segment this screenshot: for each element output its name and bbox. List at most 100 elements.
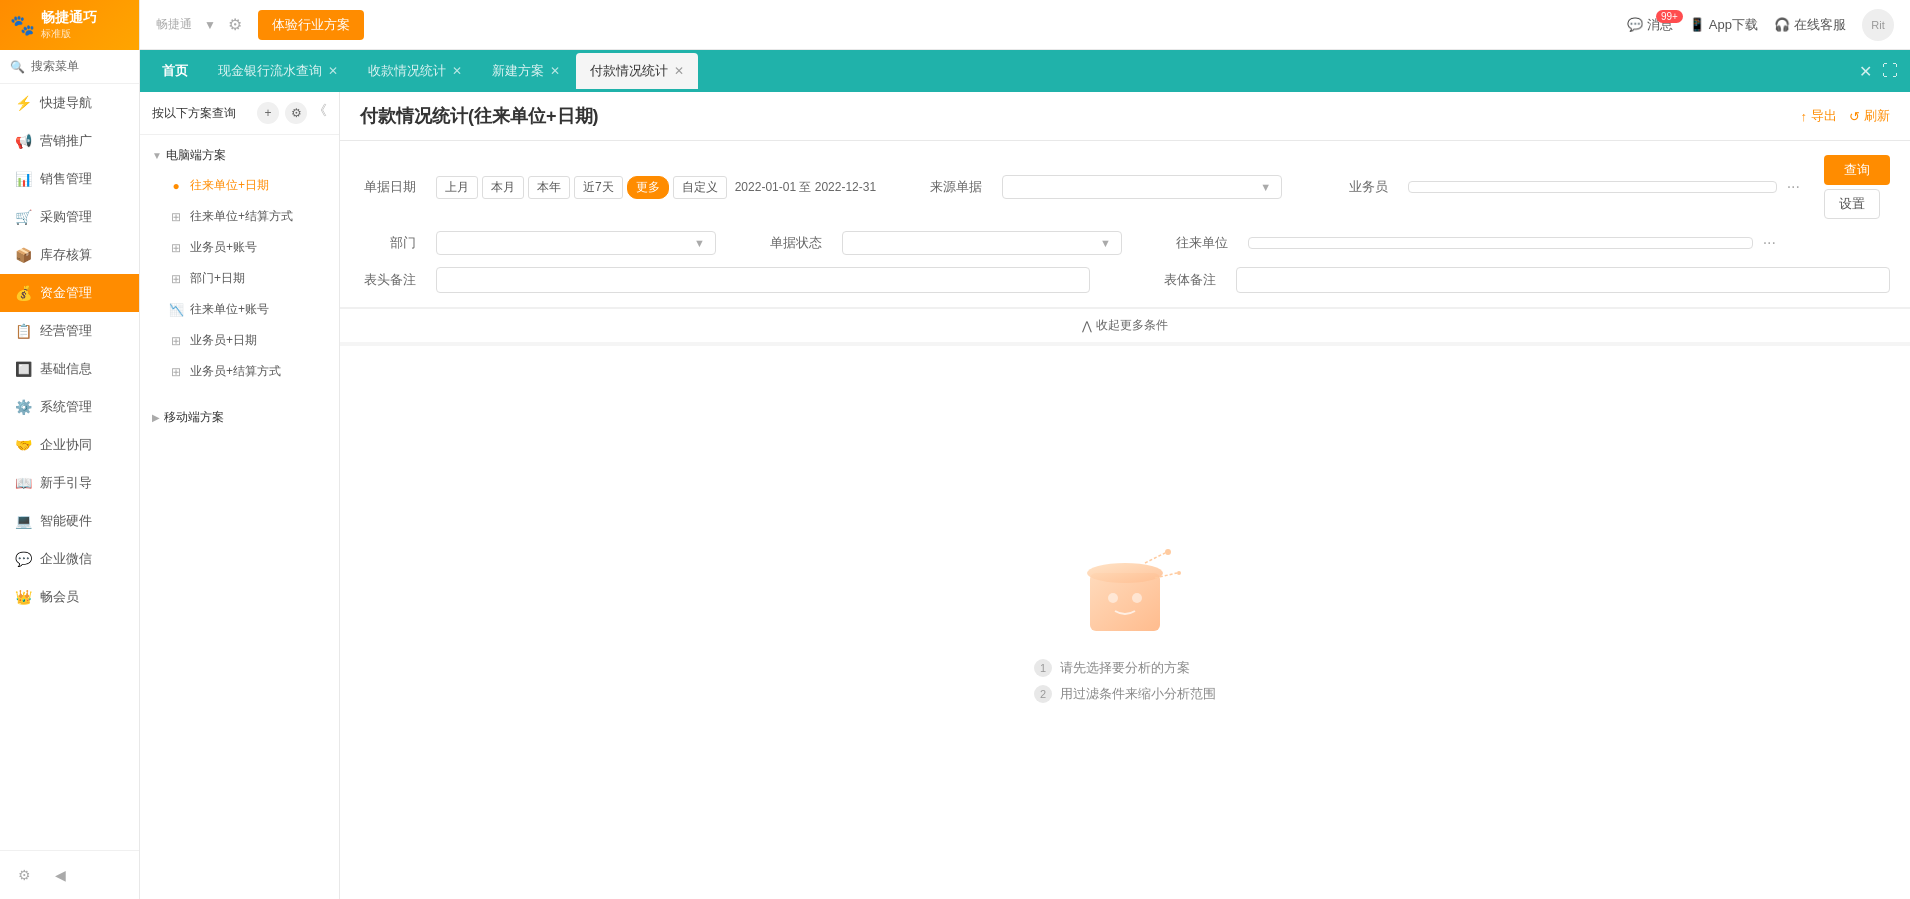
settings-button[interactable]: 设置 — [1824, 189, 1880, 219]
scheme-item-salesperson-account[interactable]: ⊞ 业务员+账号 — [140, 232, 339, 263]
scheme-item-salesperson-date[interactable]: ⊞ 业务员+日期 — [140, 325, 339, 356]
scheme-item-salesperson-settlement[interactable]: ⊞ 业务员+结算方式 — [140, 356, 339, 387]
department-select-box[interactable]: ▼ — [436, 231, 716, 255]
tab-new-plan-close[interactable]: ✕ — [550, 64, 560, 78]
search-icon: 🔍 — [10, 60, 25, 74]
tab-collection-stats-close[interactable]: ✕ — [452, 64, 462, 78]
scheme-item-counterparty-date[interactable]: ● 往来单位+日期 — [140, 170, 339, 201]
quick-nav-icon: ⚡ — [14, 94, 32, 112]
counterparty-dots-button[interactable]: ··· — [1759, 234, 1780, 252]
scheme-item-counterparty-account[interactable]: 📉 往来单位+账号 — [140, 294, 339, 325]
desktop-group-title[interactable]: ▼ 电脑端方案 — [140, 141, 339, 170]
hint-text-2: 用过滤条件来缩小分析范围 — [1060, 685, 1216, 703]
query-button[interactable]: 查询 — [1824, 155, 1890, 185]
left-panel-header-label: 按以下方案查询 — [152, 105, 236, 122]
desktop-group-label: 电脑端方案 — [166, 147, 226, 164]
sidebar-item-member[interactable]: 👑 畅会员 — [0, 578, 139, 616]
salesperson-dots-button[interactable]: ··· — [1783, 178, 1804, 196]
tab-payment-stats-close[interactable]: ✕ — [674, 64, 684, 78]
export-icon: ↑ — [1801, 109, 1808, 124]
member-icon: 👑 — [14, 588, 32, 606]
tab-maximize-button[interactable]: ⛶ — [1878, 62, 1902, 80]
wechat-icon: 💬 — [14, 550, 32, 568]
mobile-group-label: 移动端方案 — [164, 409, 224, 426]
left-panel-collapse-button[interactable]: 《 — [313, 102, 327, 124]
sidebar-settings-button[interactable]: ⚙ — [10, 861, 38, 889]
sidebar-bottom: ⚙ ◀ — [0, 850, 139, 899]
mobile-group-title[interactable]: ▶ 移动端方案 — [140, 403, 339, 432]
right-content: 付款情况统计(往来单位+日期) ↑ 导出 ↺ 刷新 单据日期 — [340, 92, 1910, 899]
operations-icon: 📋 — [14, 322, 32, 340]
svg-point-1 — [1087, 563, 1163, 583]
empty-svg — [1065, 543, 1185, 643]
scheme-table-icon2: ⊞ — [168, 240, 184, 256]
sidebar-item-hardware[interactable]: 💻 智能硬件 — [0, 502, 139, 540]
date-btn-this-year[interactable]: 本年 — [528, 176, 570, 199]
sidebar-search-label: 搜索菜单 — [31, 58, 79, 75]
add-scheme-button[interactable]: + — [257, 102, 279, 124]
sidebar-item-inventory[interactable]: 📦 库存核算 — [0, 236, 139, 274]
header-note-input[interactable] — [436, 267, 1090, 293]
date-btn-last-month[interactable]: 上月 — [436, 176, 478, 199]
sidebar-item-label: 企业微信 — [40, 550, 92, 568]
date-btn-last-7days[interactable]: 近7天 — [574, 176, 623, 199]
trial-button[interactable]: 体验行业方案 — [258, 10, 364, 40]
export-button[interactable]: ↑ 导出 — [1801, 107, 1838, 125]
sidebar-item-basic-info[interactable]: 🔲 基础信息 — [0, 350, 139, 388]
sidebar-item-label: 库存核算 — [40, 246, 92, 264]
date-btn-custom[interactable]: 自定义 — [673, 176, 727, 199]
date-btn-more[interactable]: 更多 — [627, 176, 669, 199]
sidebar-item-label: 畅会员 — [40, 588, 79, 606]
app-download-label: App下载 — [1709, 16, 1758, 34]
doc-status-select-box[interactable]: ▼ — [842, 231, 1122, 255]
collapse-more-button[interactable]: ⋀ 收起更多条件 — [340, 308, 1910, 342]
scheme-item-counterparty-settlement[interactable]: ⊞ 往来单位+结算方式 — [140, 201, 339, 232]
salesperson-select: ··· — [1408, 178, 1804, 196]
sidebar-item-purchase[interactable]: 🛒 采购管理 — [0, 198, 139, 236]
tab-bank-flow-close[interactable]: ✕ — [328, 64, 338, 78]
basic-info-icon: 🔲 — [14, 360, 32, 378]
tab-bank-flow[interactable]: 现金银行流水查询 ✕ — [204, 53, 352, 89]
scheme-item-department-date[interactable]: ⊞ 部门+日期 — [140, 263, 339, 294]
date-btn-this-month[interactable]: 本月 — [482, 176, 524, 199]
sidebar-search[interactable]: 🔍 搜索菜单 — [0, 50, 139, 84]
page-header: 付款情况统计(往来单位+日期) ↑ 导出 ↺ 刷新 — [340, 92, 1910, 141]
guide-icon: 📖 — [14, 474, 32, 492]
sidebar-item-marketing[interactable]: 📢 营销推广 — [0, 122, 139, 160]
scheme-item-label: 业务员+账号 — [190, 239, 257, 256]
tab-payment-stats[interactable]: 付款情况统计 ✕ — [576, 53, 698, 89]
empty-content: 1 请先选择要分析的方案 2 用过滤条件来缩小分析范围 — [1034, 543, 1216, 703]
source-doc-select: ▼ — [1002, 175, 1282, 199]
notification-button[interactable]: 💬 消息 99+ — [1627, 16, 1673, 34]
hint-num-2: 2 — [1034, 685, 1052, 703]
online-service-button[interactable]: 🎧 在线客服 — [1774, 16, 1846, 34]
user-avatar[interactable]: Rit — [1862, 9, 1894, 41]
topnav-chevron[interactable]: ▼ — [204, 18, 216, 32]
tab-home[interactable]: 首页 — [148, 53, 202, 89]
sidebar-collapse-button[interactable]: ◀ — [46, 861, 74, 889]
refresh-button[interactable]: ↺ 刷新 — [1849, 107, 1890, 125]
department-label: 部门 — [360, 234, 416, 252]
tab-close-all-button[interactable]: ✕ — [1855, 62, 1876, 81]
header-note-label: 表头备注 — [360, 271, 416, 289]
sidebar-item-wechat[interactable]: 💬 企业微信 — [0, 540, 139, 578]
sidebar-item-sales[interactable]: 📊 销售管理 — [0, 160, 139, 198]
body-note-input[interactable] — [1236, 267, 1890, 293]
sidebar-item-operations[interactable]: 📋 经营管理 — [0, 312, 139, 350]
scheme-chart-icon: 📉 — [168, 302, 184, 318]
counterparty-select-box[interactable] — [1248, 237, 1753, 249]
scheme-settings-button[interactable]: ⚙ — [285, 102, 307, 124]
app-download-button[interactable]: 📱 App下载 — [1689, 16, 1758, 34]
sidebar-item-system[interactable]: ⚙️ 系统管理 — [0, 388, 139, 426]
topnav-gear-icon[interactable]: ⚙ — [228, 15, 242, 34]
sidebar-item-guide[interactable]: 📖 新手引导 — [0, 464, 139, 502]
sidebar-item-capital[interactable]: 💰 资金管理 — [0, 274, 139, 312]
sidebar-item-quick-nav[interactable]: ⚡ 快捷导航 — [0, 84, 139, 122]
scheme-item-label: 业务员+结算方式 — [190, 363, 281, 380]
salesperson-select-box[interactable] — [1408, 181, 1777, 193]
scheme-table-icon: ⊞ — [168, 209, 184, 225]
sidebar-item-enterprise[interactable]: 🤝 企业协同 — [0, 426, 139, 464]
tab-new-plan[interactable]: 新建方案 ✕ — [478, 53, 574, 89]
tab-collection-stats[interactable]: 收款情况统计 ✕ — [354, 53, 476, 89]
source-doc-select-box[interactable]: ▼ — [1002, 175, 1282, 199]
